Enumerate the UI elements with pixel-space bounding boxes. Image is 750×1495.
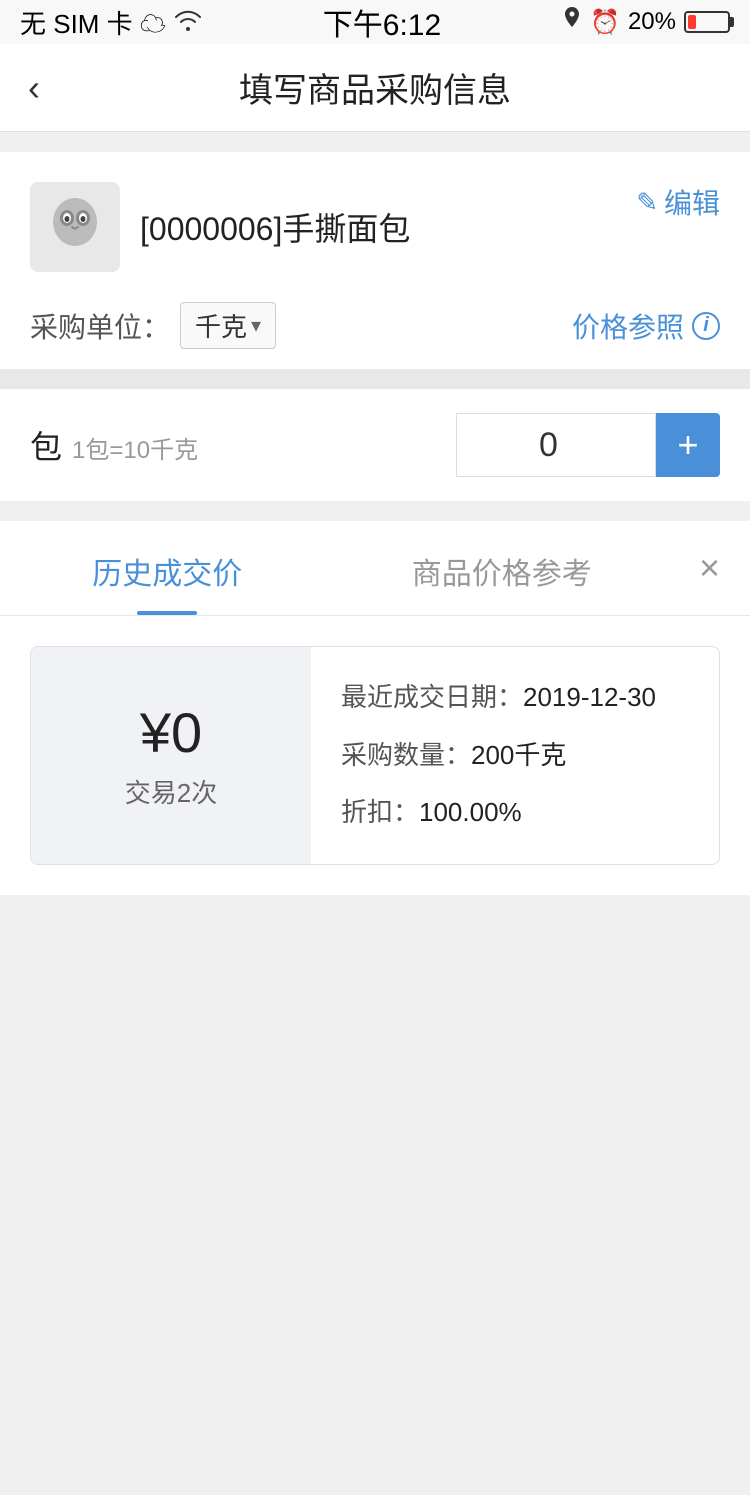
tabs-close-button[interactable]: × [669, 547, 750, 589]
price-detail-quantity: 采购数量：200千克 [341, 735, 689, 777]
quantity-label: 包 1包=10千克 [30, 422, 198, 468]
price-detail-discount: 折扣：100.00% [341, 792, 689, 834]
price-detail-discount-value: 100.00% [419, 797, 522, 827]
plus-icon: + [677, 424, 698, 466]
edit-button[interactable]: ✎ 编辑 [636, 182, 720, 222]
product-header: [0000006]手撕面包 ✎ 编辑 [30, 182, 720, 272]
location-icon [562, 7, 582, 38]
price-ref-label: 价格参照 [572, 306, 684, 346]
price-value: ¥0 [140, 700, 202, 765]
product-thumbnail [30, 182, 120, 272]
quantity-unit: 包 [30, 422, 62, 468]
price-ref-info-icon: i [692, 312, 720, 340]
battery-percent: 20% [628, 8, 676, 36]
edit-icon: ✎ [636, 187, 658, 218]
price-detail-date-value: 2019-12-30 [523, 682, 656, 712]
product-left: [0000006]手撕面包 [30, 182, 410, 272]
edit-label: 编辑 [664, 182, 720, 222]
unit-value: 千克 [195, 307, 247, 344]
tabs-section: 历史成交价 商品价格参考 × ¥0 交易2次 最近成交日期：2019-12-30 [0, 521, 750, 895]
alarm-icon: ⏰ [590, 8, 620, 37]
price-detail-quantity-label: 采购数量： [341, 740, 471, 770]
section-divider [0, 369, 750, 389]
page-title: 填写商品采购信息 [239, 63, 511, 112]
wifi-icon [174, 7, 202, 38]
quantity-input[interactable] [456, 413, 656, 477]
tab-price-reference[interactable]: 商品价格参考 [334, 521, 668, 615]
back-icon: ‹ [28, 67, 40, 108]
price-card-right: 最近成交日期：2019-12-30 采购数量：200千克 折扣：100.00% [311, 647, 719, 864]
price-symbol: ¥ [140, 701, 171, 764]
nav-bar: ‹ 填写商品采购信息 [0, 44, 750, 132]
unit-label: 采购单位： [30, 306, 170, 346]
tab-history-price-label: 历史成交价 [92, 558, 242, 591]
price-number: 0 [171, 701, 202, 764]
price-detail-discount-label: 折扣： [341, 797, 419, 827]
unit-select-dropdown[interactable]: 千克 ▾ [180, 302, 276, 349]
price-card-left: ¥0 交易2次 [31, 647, 311, 864]
quantity-section: 包 1包=10千克 + [0, 389, 750, 501]
price-trade-count: 交易2次 [125, 773, 217, 810]
status-time: 下午6:12 [323, 0, 441, 44]
price-card-section: ¥0 交易2次 最近成交日期：2019-12-30 采购数量：200千克 折扣：… [0, 616, 750, 895]
sim-text: 无 SIM 卡 ☁ [20, 4, 166, 41]
status-bar: 无 SIM 卡 ☁ 下午6:12 ⏰ 20% [0, 0, 750, 44]
quantity-control: + [456, 413, 720, 477]
back-button[interactable]: ‹ [28, 67, 40, 109]
dropdown-arrow-icon: ▾ [251, 313, 261, 338]
tab-price-reference-label: 商品价格参考 [412, 558, 592, 591]
product-name: [0000006]手撕面包 [140, 204, 410, 250]
price-detail-date: 最近成交日期：2019-12-30 [341, 677, 689, 719]
product-icon [45, 192, 105, 262]
product-section: [0000006]手撕面包 ✎ 编辑 采购单位： 千克 ▾ 价格参照 i [0, 152, 750, 369]
tab-indicator [137, 611, 197, 615]
bottom-space [0, 895, 750, 1495]
unit-row: 采购单位： 千克 ▾ [30, 302, 276, 349]
status-left: 无 SIM 卡 ☁ [20, 4, 202, 41]
quantity-sub-unit: 1包=10千克 [72, 430, 198, 465]
tabs-header: 历史成交价 商品价格参考 × [0, 521, 750, 616]
status-right: ⏰ 20% [562, 7, 730, 38]
product-footer: 采购单位： 千克 ▾ 价格参照 i [30, 292, 720, 349]
battery-icon [684, 11, 730, 33]
price-detail-quantity-value: 200千克 [471, 740, 566, 770]
price-reference-button[interactable]: 价格参照 i [572, 306, 720, 346]
quantity-plus-button[interactable]: + [656, 413, 720, 477]
price-card: ¥0 交易2次 最近成交日期：2019-12-30 采购数量：200千克 折扣：… [30, 646, 720, 865]
price-detail-date-label: 最近成交日期： [341, 682, 523, 712]
close-icon: × [699, 547, 720, 589]
tab-history-price[interactable]: 历史成交价 [0, 521, 334, 615]
